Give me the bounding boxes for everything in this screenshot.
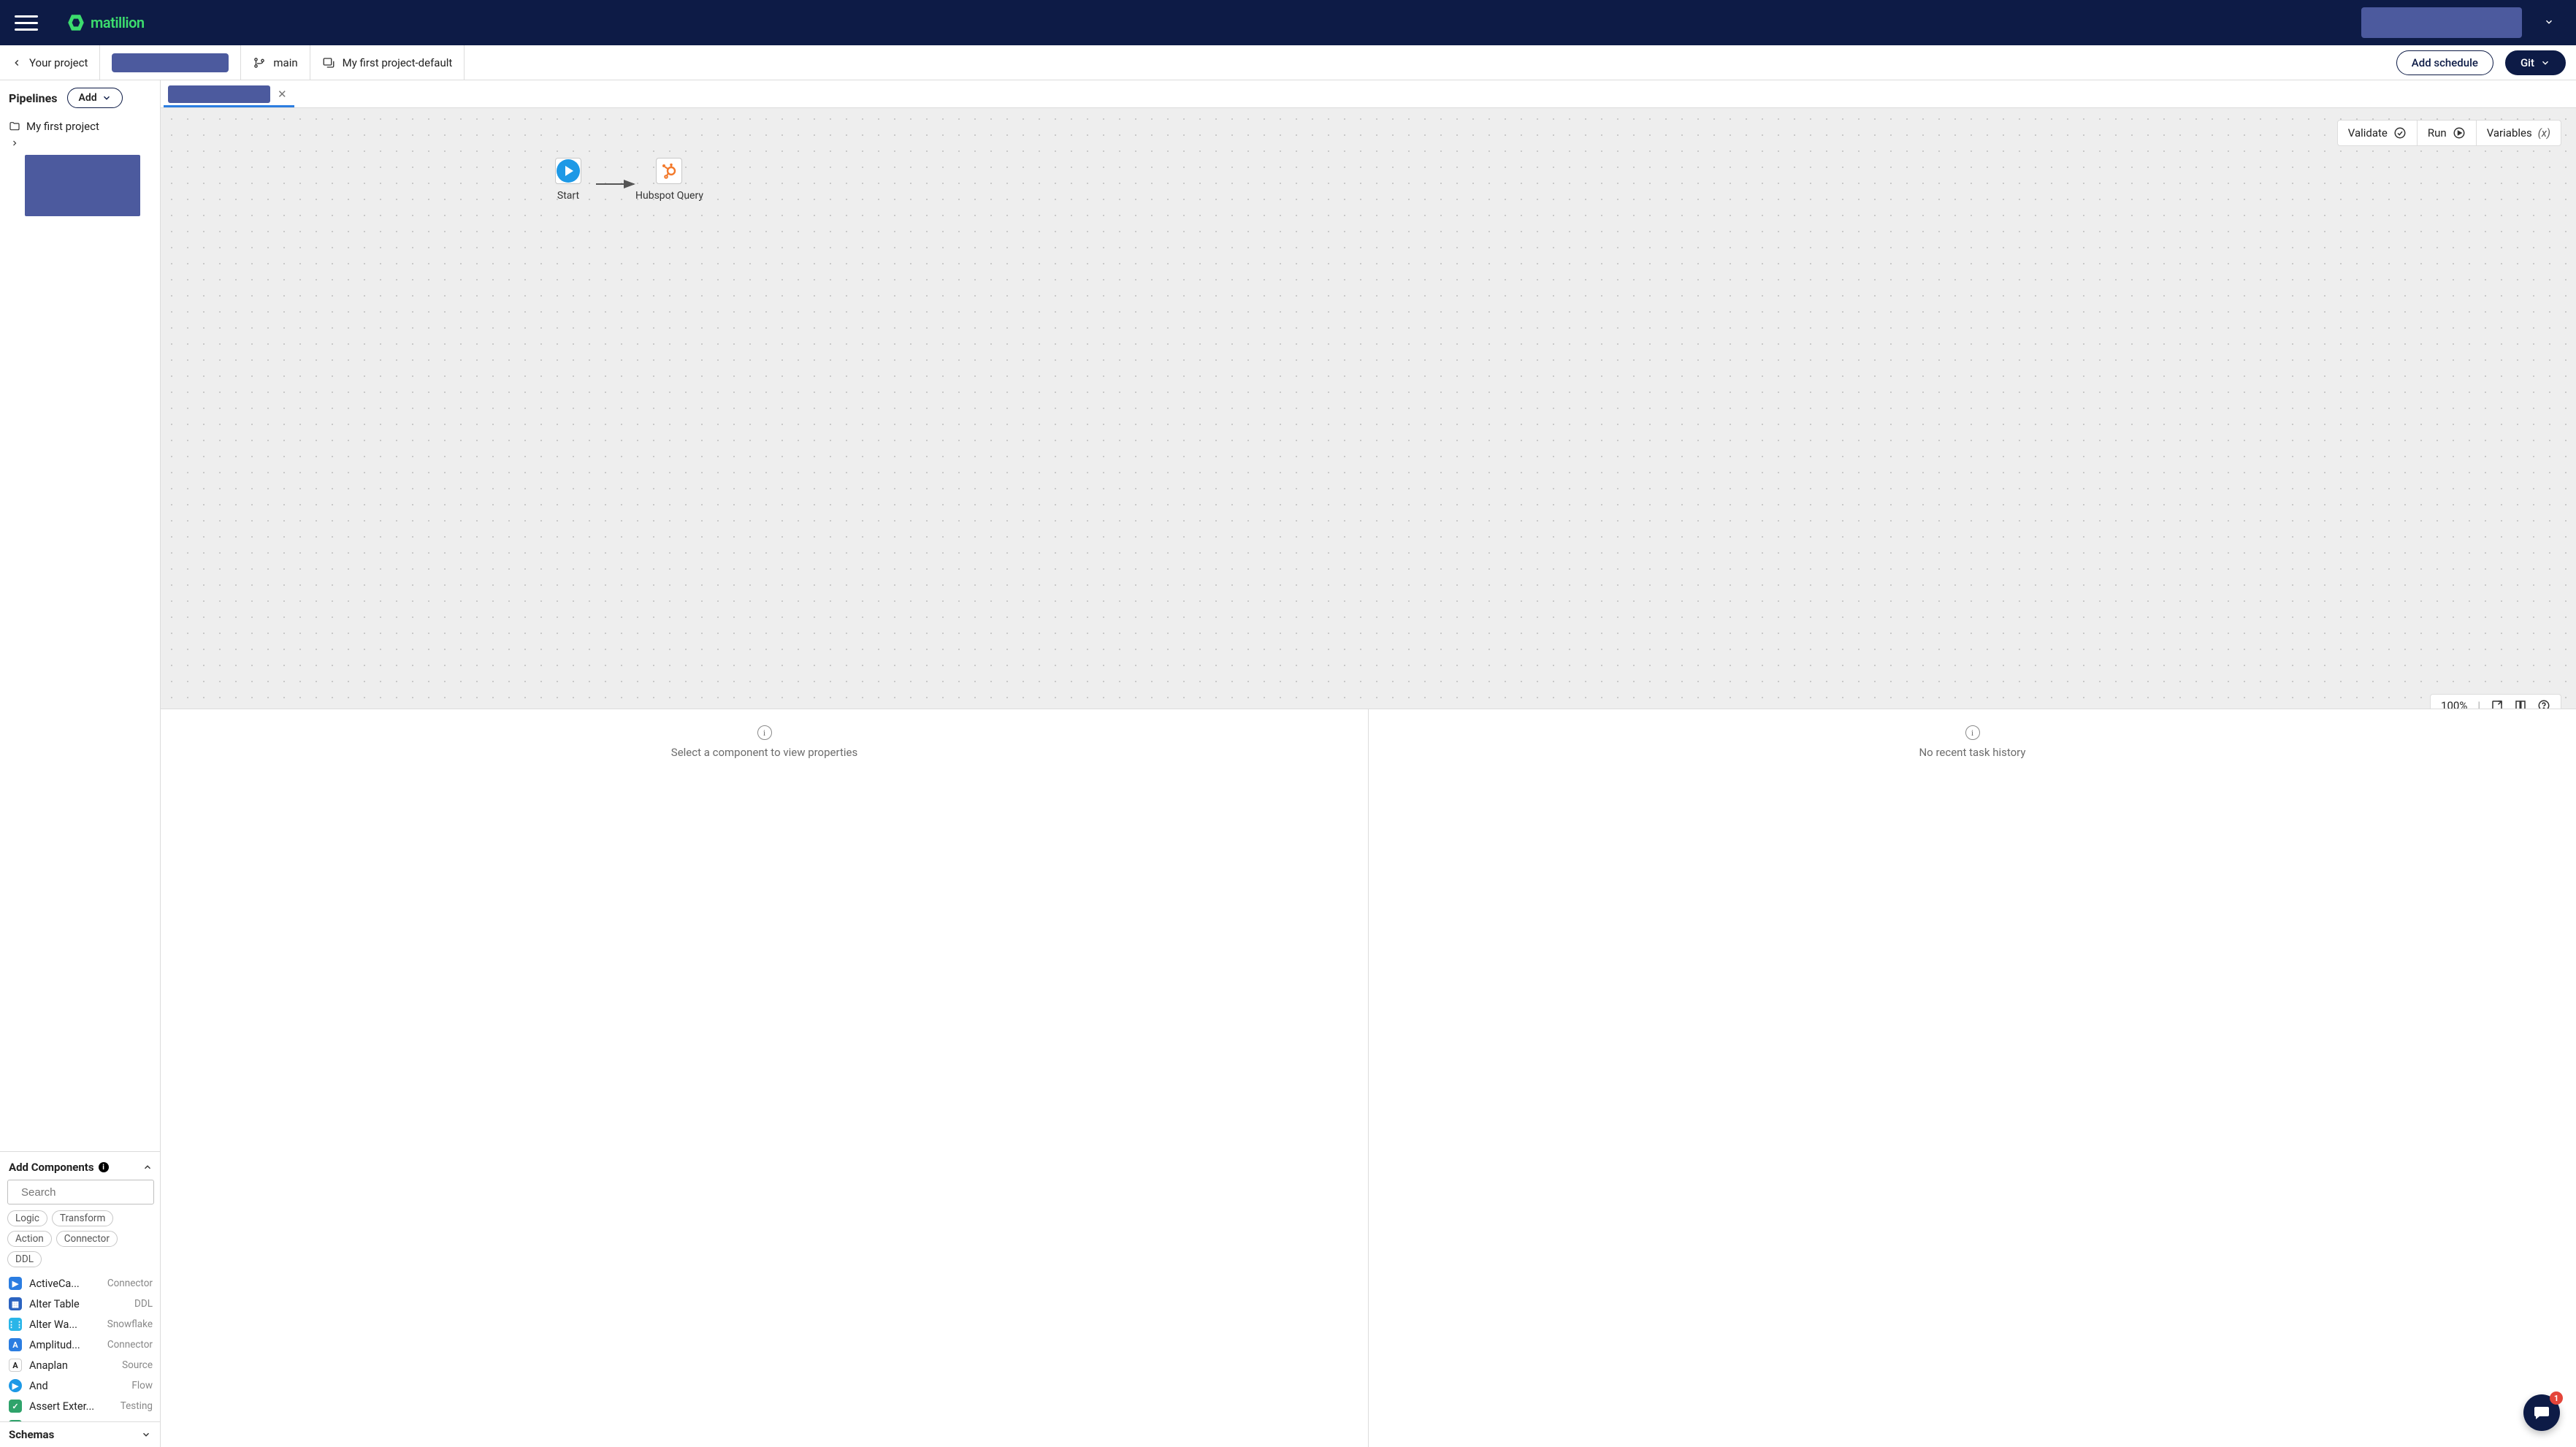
info-icon[interactable]: i [99, 1162, 109, 1172]
check-circle-icon [2393, 126, 2407, 140]
breadcrumb-bar: Your project main My first project-defau… [0, 45, 2576, 80]
list-item[interactable]: ▶AndFlow [7, 1375, 154, 1396]
workspace: Pipelines Add My first project Add Compo [0, 80, 2576, 1447]
breadcrumb-branch-name: main [273, 56, 297, 69]
list-item[interactable]: ▦Alter TableDDL [7, 1294, 154, 1314]
component-filter-chips: Logic Transform Action Connector DDL [7, 1204, 154, 1273]
pipeline-tree: My first project [0, 115, 160, 225]
chat-icon [2533, 1404, 2550, 1421]
component-list[interactable]: ▶ActiveCa...Connector ▦Alter TableDDL ⋮⋮… [7, 1273, 154, 1421]
pipeline-canvas[interactable]: Validate Run Variables (x) Star [161, 108, 2576, 709]
list-item[interactable]: $Assert Scal...Testing [7, 1416, 154, 1421]
git-button[interactable]: Git [2505, 50, 2566, 75]
component-search[interactable] [7, 1180, 154, 1204]
fit-screen-icon[interactable] [2491, 699, 2504, 709]
canvas-node-start[interactable]: Start [555, 158, 581, 202]
brand-hexagon-icon [67, 14, 85, 31]
pipeline-root-name: My first project [26, 120, 99, 133]
info-icon: i [1965, 725, 1980, 740]
run-button[interactable]: Run [2417, 121, 2476, 145]
chevron-down-icon [2540, 58, 2550, 68]
list-item[interactable]: ⋮⋮Alter Wa...Snowflake [7, 1314, 154, 1335]
editor-tab-active[interactable]: ✕ [164, 83, 294, 107]
chat-badge: 1 [2550, 1391, 2563, 1405]
grid-icon[interactable] [2514, 699, 2527, 709]
component-search-input[interactable] [21, 1186, 167, 1199]
tasks-empty-message: No recent task history [1919, 746, 2025, 759]
bottom-panels: i Select a component to view properties … [161, 709, 2576, 1447]
pipeline-selected-item[interactable] [25, 155, 140, 216]
schemas-header[interactable]: Schemas [0, 1421, 160, 1447]
chevron-down-icon [141, 1429, 151, 1440]
menu-icon[interactable] [15, 11, 38, 34]
play-icon [557, 159, 580, 183]
canvas-node-hubspot-label: Hubspot Query [635, 190, 703, 202]
git-branch-icon [253, 56, 266, 69]
schemas-title: Schemas [9, 1428, 54, 1441]
canvas-zoom-bar[interactable]: 100% | [2430, 694, 2561, 709]
breadcrumb-project-name [112, 53, 229, 72]
canvas-node-hubspot[interactable]: Hubspot Query [635, 158, 703, 202]
sidebar: Pipelines Add My first project Add Compo [0, 80, 161, 1447]
git-label: Git [2520, 56, 2534, 69]
main-column: ✕ Validate Run Variables (x) [161, 80, 2576, 1447]
folder-icon [9, 121, 20, 132]
list-item[interactable]: AAmplitud...Connector [7, 1335, 154, 1355]
chip-transform[interactable]: Transform [52, 1210, 113, 1226]
editor-tabs: ✕ [161, 80, 2576, 108]
pipeline-tree-root[interactable]: My first project [9, 117, 153, 136]
list-item[interactable]: ✓Assert Exter...Testing [7, 1396, 154, 1416]
chip-logic[interactable]: Logic [7, 1210, 47, 1226]
breadcrumb-back-label: Your project [29, 56, 88, 69]
play-circle-icon [2453, 126, 2466, 140]
chevron-up-icon [142, 1162, 153, 1172]
add-schedule-label: Add schedule [2412, 56, 2478, 69]
chevron-down-icon [102, 93, 112, 103]
add-schedule-button[interactable]: Add schedule [2396, 50, 2493, 75]
breadcrumb-back[interactable]: Your project [0, 45, 100, 80]
account-selector[interactable] [2361, 7, 2522, 38]
task-history-panel: i No recent task history [1369, 709, 2576, 1447]
properties-panel: i Select a component to view properties [161, 709, 1369, 1447]
breadcrumb-project[interactable] [100, 45, 241, 80]
canvas-node-start-label: Start [555, 190, 581, 202]
add-pipeline-button[interactable]: Add [67, 88, 122, 108]
variables-button[interactable]: Variables (x) [2476, 121, 2561, 145]
top-bar: matillion [0, 0, 2576, 45]
canvas-toolbar: Validate Run Variables (x) [2337, 120, 2561, 146]
chevron-left-icon [12, 58, 22, 68]
chip-connector[interactable]: Connector [56, 1231, 118, 1247]
close-icon[interactable]: ✕ [278, 88, 287, 101]
list-item[interactable]: ▶ActiveCa...Connector [7, 1273, 154, 1294]
account-chevron-icon[interactable] [2544, 16, 2554, 30]
pipelines-title: Pipelines [9, 91, 57, 105]
chat-launcher[interactable]: 1 [2523, 1394, 2560, 1431]
list-item[interactable]: AAnaplanSource [7, 1355, 154, 1375]
hubspot-icon [660, 162, 678, 180]
properties-empty-message: Select a component to view properties [671, 746, 857, 759]
breadcrumb-environment-name: My first project-default [343, 56, 453, 69]
add-components-panel: Add Components i Logic Transform Action … [0, 1151, 160, 1421]
add-components-title: Add Components [9, 1161, 94, 1174]
brand-name: matillion [91, 14, 145, 31]
divider: | [2477, 699, 2480, 709]
pipeline-tree-expand[interactable] [9, 136, 153, 150]
chip-action[interactable]: Action [7, 1231, 52, 1247]
pipelines-header: Pipelines Add [0, 80, 160, 115]
info-icon: i [757, 725, 772, 740]
editor-tab-title [168, 85, 270, 103]
brand-logo[interactable]: matillion [67, 14, 145, 31]
breadcrumb-branch[interactable]: main [241, 45, 310, 80]
zoom-value: 100% [2441, 699, 2467, 709]
add-pipeline-label: Add [78, 92, 96, 104]
environment-icon [322, 56, 335, 69]
variables-x-icon: (x) [2538, 126, 2550, 140]
validate-button[interactable]: Validate [2338, 121, 2417, 145]
chevron-right-icon [10, 139, 19, 148]
add-components-header[interactable]: Add Components i [7, 1159, 154, 1180]
breadcrumb-environment[interactable]: My first project-default [310, 45, 465, 80]
chip-ddl[interactable]: DDL [7, 1251, 42, 1267]
help-circle-icon[interactable] [2537, 699, 2550, 709]
